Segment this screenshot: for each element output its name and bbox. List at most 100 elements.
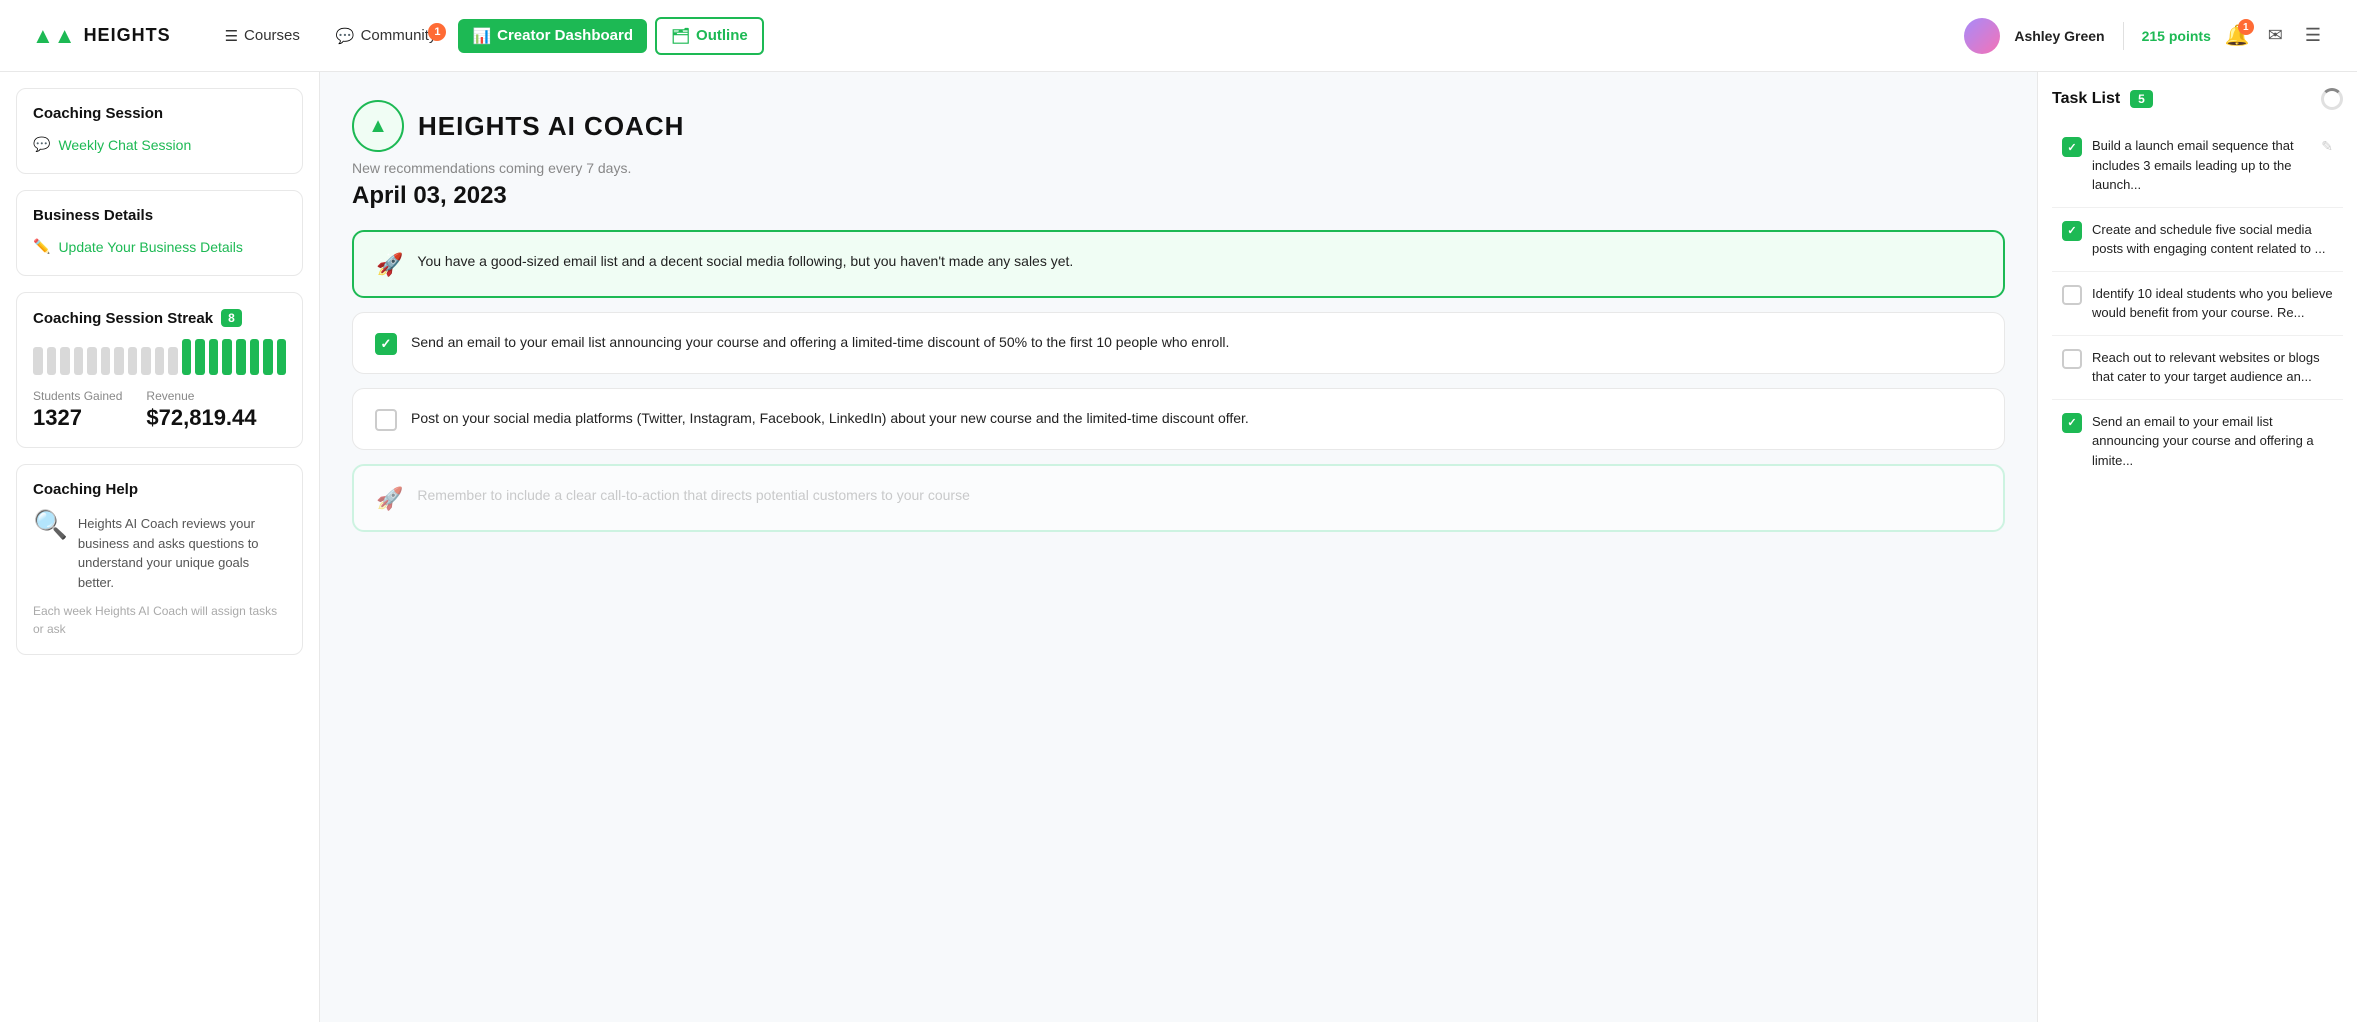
user-points: 215 points [2142, 28, 2211, 44]
community-icon: 💬 [336, 27, 355, 45]
sidebar: Coaching Session 💬 Weekly Chat Session B… [0, 72, 320, 1022]
menu-icon[interactable]: ☰ [2301, 21, 2325, 50]
streak-card: Coaching Session Streak 8 Students Gaine… [16, 292, 303, 448]
nav-links: ☰ Courses 💬 Community 1 📊 Creator Dashbo… [211, 17, 1965, 55]
coaching-help-icon: 🔍 [33, 508, 68, 541]
ai-coach-header: ▲ HEIGHTS AI COACH [352, 100, 2005, 152]
streak-bar [236, 339, 246, 375]
streak-bar [168, 347, 178, 375]
insight-icon: 🚀 [376, 252, 403, 278]
stats-row: Students Gained 1327 Revenue $72,819.44 [33, 389, 286, 431]
task-item: Send an email to your email list announc… [2052, 400, 2343, 483]
insight-text: You have a good-sized email list and a d… [417, 250, 1073, 272]
streak-bar [33, 347, 43, 375]
task1-text: Send an email to your email list announc… [411, 331, 1229, 353]
nav-divider [2123, 22, 2124, 50]
coaching-session-title: Coaching Session [33, 105, 286, 122]
ai-coach-date: April 03, 2023 [352, 182, 2005, 210]
dashboard-label: Creator Dashboard [497, 27, 633, 44]
dashboard-icon: 📊 [472, 27, 491, 45]
notification-badge: 1 [2238, 19, 2254, 35]
ai-coach-title: HEIGHTS AI COACH [418, 111, 684, 142]
task-item: Identify 10 ideal students who you belie… [2052, 272, 2343, 336]
task-checkbox-t2[interactable] [2062, 221, 2082, 241]
business-details-card: Business Details ✏️ Update Your Business… [16, 190, 303, 276]
streak-bar [195, 339, 205, 375]
task-item: Reach out to relevant websites or blogs … [2052, 336, 2343, 400]
nav-outline[interactable]: 🗂 Outline [655, 17, 764, 55]
nav-creator-dashboard[interactable]: 📊 Creator Dashboard [458, 19, 647, 53]
nav-community[interactable]: 💬 Community 1 [322, 19, 451, 53]
streak-bar [128, 347, 138, 375]
task3-icon: 🚀 [376, 486, 403, 512]
streak-bar [222, 339, 232, 375]
coaching-session-card: Coaching Session 💬 Weekly Chat Session [16, 88, 303, 174]
task-list: Build a launch email sequence that inclu… [2052, 124, 2343, 482]
revenue-value: $72,819.44 [146, 405, 256, 431]
streak-bar [74, 347, 84, 375]
task-item: Create and schedule five social media po… [2052, 208, 2343, 272]
task-item: Build a launch email sequence that inclu… [2052, 124, 2343, 208]
streak-bar [263, 339, 273, 375]
streak-bar [60, 347, 70, 375]
coaching-help-text2: Each week Heights AI Coach will assign t… [33, 602, 286, 638]
avatar[interactable] [1964, 18, 2000, 54]
nav-right: Ashley Green 215 points 🔔 1 ✉ ☰ [1964, 18, 2325, 54]
task-checkbox-t3[interactable] [2062, 285, 2082, 305]
weekly-chat-link[interactable]: 💬 Weekly Chat Session [33, 132, 286, 157]
coach-card-task2: Post on your social media platforms (Twi… [352, 388, 2005, 450]
business-details-title: Business Details [33, 207, 286, 224]
user-name: Ashley Green [2014, 28, 2104, 44]
main-content: ▲ HEIGHTS AI COACH New recommendations c… [320, 72, 2037, 1022]
students-stat: Students Gained 1327 [33, 389, 122, 431]
coach-card-task1: Send an email to your email list announc… [352, 312, 2005, 374]
task-text-t1: Build a launch email sequence that inclu… [2092, 136, 2311, 195]
update-business-link[interactable]: ✏️ Update Your Business Details [33, 234, 286, 259]
ai-coach-subtitle: New recommendations coming every 7 days. [352, 160, 2005, 176]
ai-coach-logo-icon: ▲ [368, 115, 388, 138]
task-text-t2: Create and schedule five social media po… [2092, 220, 2333, 259]
edit-icon: ✏️ [33, 238, 50, 255]
streak-badge: 8 [221, 309, 242, 327]
task1-checkbox[interactable] [375, 333, 397, 355]
nav-courses[interactable]: ☰ Courses [211, 19, 314, 53]
avatar-image [1964, 18, 2000, 54]
page-layout: Coaching Session 💬 Weekly Chat Session B… [0, 72, 2357, 1022]
task-edit-icon-t1[interactable]: ✎ [2321, 138, 2333, 155]
streak-bar [87, 347, 97, 375]
community-badge: 1 [428, 23, 446, 41]
streak-bar [101, 347, 111, 375]
task-checkbox-t1[interactable] [2062, 137, 2082, 157]
streak-bar [155, 347, 165, 375]
navbar: ▲▲ HEIGHTS ☰ Courses 💬 Community 1 📊 Cre… [0, 0, 2357, 72]
task-panel-title: Task List [2052, 90, 2120, 108]
revenue-label: Revenue [146, 389, 256, 403]
task-count-badge: 5 [2130, 90, 2153, 108]
streak-bar [114, 347, 124, 375]
streak-bar [182, 339, 192, 375]
streak-bar [47, 347, 57, 375]
logo[interactable]: ▲▲ HEIGHTS [32, 23, 171, 49]
students-label: Students Gained [33, 389, 122, 403]
streak-bar [250, 339, 260, 375]
students-value: 1327 [33, 405, 122, 431]
task-panel: Task List 5 Build a launch email sequenc… [2037, 72, 2357, 1022]
streak-bars [33, 339, 286, 375]
chat-icon: 💬 [33, 136, 50, 153]
outline-icon: 🗂 [671, 27, 690, 45]
coaching-help-title: Coaching Help [33, 481, 286, 498]
coaching-help-body: 🔍 Heights AI Coach reviews your business… [33, 508, 286, 592]
coaching-help-text1: Heights AI Coach reviews your business a… [78, 514, 286, 592]
coach-card-insight: 🚀 You have a good-sized email list and a… [352, 230, 2005, 298]
notification-bell[interactable]: 🔔 1 [2225, 23, 2250, 48]
coach-card-task3: 🚀 Remember to include a clear call-to-ac… [352, 464, 2005, 532]
streak-bar [277, 339, 287, 375]
messages-icon[interactable]: ✉ [2264, 21, 2287, 50]
task-checkbox-t5[interactable] [2062, 413, 2082, 433]
task-text-t3: Identify 10 ideal students who you belie… [2092, 284, 2333, 323]
streak-bar [209, 339, 219, 375]
logo-icon: ▲▲ [32, 23, 76, 49]
task-checkbox-t4[interactable] [2062, 349, 2082, 369]
task2-checkbox[interactable] [375, 409, 397, 431]
community-label: Community [361, 27, 437, 44]
